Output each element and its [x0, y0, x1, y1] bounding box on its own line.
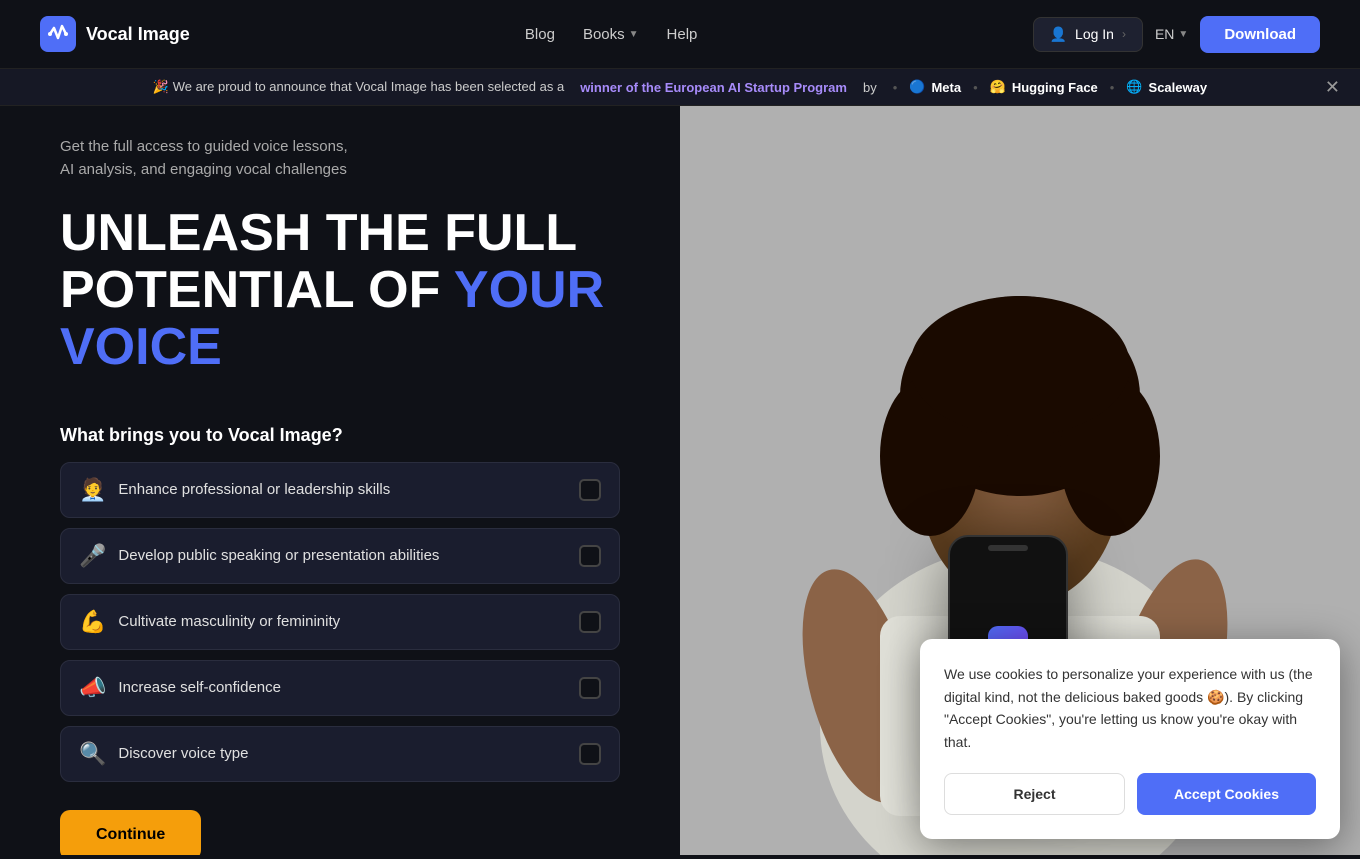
- cookie-text: We use cookies to personalize your exper…: [944, 663, 1316, 753]
- partner-scaleway: 🌐 Scaleway: [1126, 79, 1207, 95]
- speaking-icon: 🎤: [79, 543, 106, 569]
- option-speaking[interactable]: 🎤 Develop public speaking or presentatio…: [60, 528, 620, 584]
- speaking-checkbox[interactable]: [579, 545, 601, 567]
- nav-help[interactable]: Help: [667, 26, 698, 43]
- announcement-text-before: 🎉 We are proud to announce that Vocal Im…: [153, 79, 564, 95]
- phone-notch: [988, 545, 1028, 551]
- continue-button[interactable]: Continue: [60, 810, 201, 855]
- login-button[interactable]: 👤 Log In ›: [1033, 17, 1143, 52]
- confidence-checkbox[interactable]: [579, 677, 601, 699]
- option-voice-type[interactable]: 🔍 Discover voice type: [60, 726, 620, 782]
- nav-links: Blog Books ▼ Help: [525, 26, 698, 43]
- cookie-banner: We use cookies to personalize your exper…: [920, 639, 1340, 839]
- partner-meta: 🔵 Meta: [909, 79, 961, 95]
- cookie-buttons: Reject Accept Cookies: [944, 773, 1316, 815]
- user-icon: 👤: [1050, 26, 1067, 43]
- confidence-icon: 📣: [79, 675, 106, 701]
- meta-icon: 🔵: [909, 79, 925, 95]
- voice-type-checkbox[interactable]: [579, 743, 601, 765]
- option-masculinity[interactable]: 💪 Cultivate masculinity or femininity: [60, 594, 620, 650]
- masculinity-checkbox[interactable]: [579, 611, 601, 633]
- leadership-icon: 🧑‍💼: [79, 477, 106, 503]
- left-panel: Get the full access to guided voice less…: [0, 106, 680, 855]
- option-leadership[interactable]: 🧑‍💼 Enhance professional or leadership s…: [60, 462, 620, 518]
- masculinity-label: Cultivate masculinity or femininity: [118, 613, 340, 630]
- navbar: Vocal Image Blog Books ▼ Help 👤 Log In ›…: [0, 0, 1360, 68]
- partner-logos: • 🔵 Meta • 🤗 Hugging Face • 🌐 Scaleway: [893, 79, 1207, 95]
- scaleway-icon: 🌐: [1126, 79, 1142, 95]
- logo-text: Vocal Image: [86, 24, 190, 45]
- hero-title: UNLEASH THE FULL POTENTIAL OF YOUR VOICE: [60, 205, 620, 377]
- lang-chevron-icon: ▼: [1178, 29, 1188, 40]
- close-announcement-button[interactable]: ✕: [1325, 77, 1340, 98]
- hero-subtitle: Get the full access to guided voice less…: [60, 136, 620, 181]
- speaking-label: Develop public speaking or presentation …: [118, 547, 439, 564]
- announcement-text-after: by: [863, 80, 877, 95]
- language-selector[interactable]: EN ▼: [1155, 26, 1188, 42]
- options-list: 🧑‍💼 Enhance professional or leadership s…: [60, 462, 620, 782]
- logo-icon: [40, 16, 76, 52]
- huggingface-icon: 🤗: [990, 79, 1006, 95]
- voice-type-label: Discover voice type: [118, 745, 248, 762]
- confidence-label: Increase self-confidence: [118, 679, 281, 696]
- option-confidence[interactable]: 📣 Increase self-confidence: [60, 660, 620, 716]
- nav-books[interactable]: Books ▼: [583, 26, 639, 43]
- cookie-accept-button[interactable]: Accept Cookies: [1137, 773, 1316, 815]
- dot-sep-3: •: [1110, 80, 1115, 95]
- announcement-link[interactable]: winner of the European AI Startup Progra…: [580, 80, 847, 95]
- survey-section-title: What brings you to Vocal Image?: [60, 425, 620, 446]
- download-button[interactable]: Download: [1200, 16, 1320, 53]
- leadership-checkbox[interactable]: [579, 479, 601, 501]
- announcement-bar: 🎉 We are proud to announce that Vocal Im…: [0, 68, 1360, 106]
- voice-type-icon: 🔍: [79, 741, 106, 767]
- nav-blog[interactable]: Blog: [525, 26, 555, 43]
- dot-sep-1: •: [893, 80, 898, 95]
- nav-right: 👤 Log In › EN ▼ Download: [1033, 16, 1320, 53]
- cookie-reject-button[interactable]: Reject: [944, 773, 1125, 815]
- masculinity-icon: 💪: [79, 609, 106, 635]
- dot-sep-2: •: [973, 80, 978, 95]
- partner-huggingface: 🤗 Hugging Face: [990, 79, 1098, 95]
- logo[interactable]: Vocal Image: [40, 16, 190, 52]
- leadership-label: Enhance professional or leadership skill…: [118, 481, 390, 498]
- login-arrow-icon: ›: [1122, 27, 1126, 41]
- books-chevron-icon: ▼: [629, 29, 639, 40]
